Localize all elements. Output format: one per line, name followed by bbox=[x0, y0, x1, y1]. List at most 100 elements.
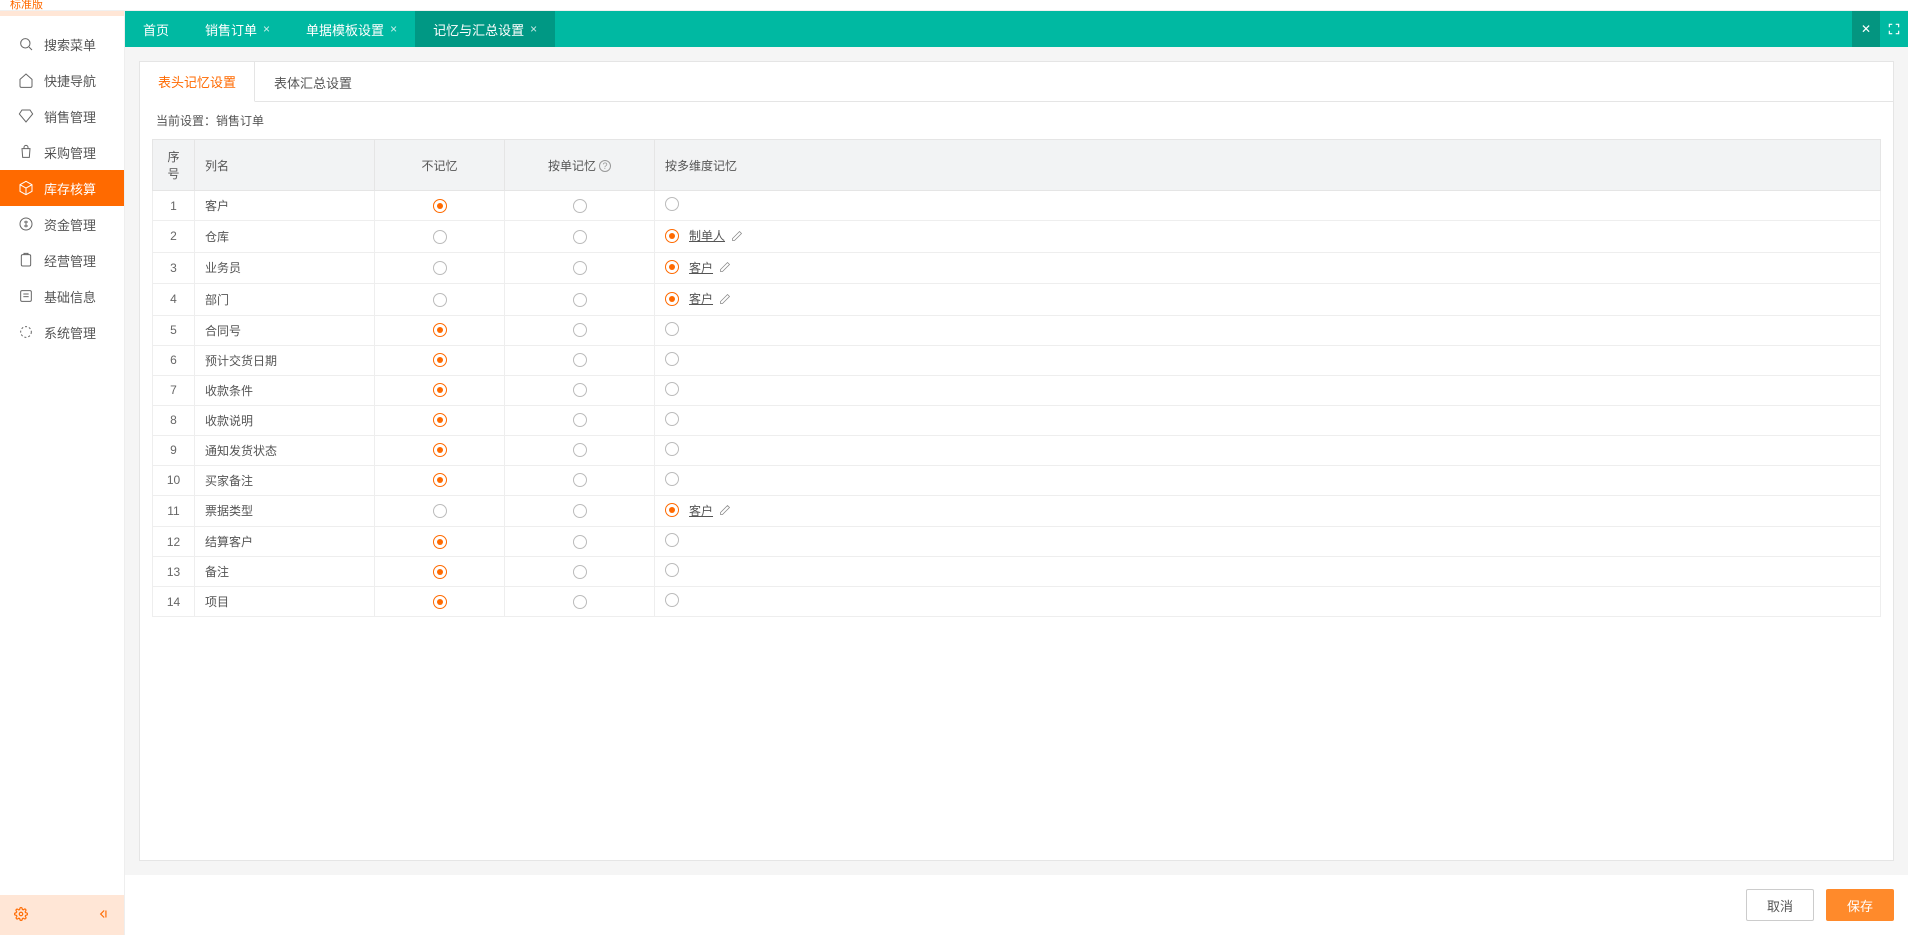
table-row: 10买家备注 bbox=[153, 465, 1881, 495]
radio-by-bill[interactable] bbox=[573, 323, 587, 337]
sidebar-item-fund[interactable]: 资金管理 bbox=[0, 206, 124, 242]
col-name: 票据类型 bbox=[195, 495, 375, 527]
col-name: 收款条件 bbox=[195, 375, 375, 405]
radio-by-dim[interactable] bbox=[665, 229, 679, 243]
radio-no-mem[interactable] bbox=[433, 293, 447, 307]
radio-by-dim[interactable] bbox=[665, 322, 679, 336]
close-icon[interactable]: × bbox=[390, 22, 397, 36]
radio-by-bill[interactable] bbox=[573, 535, 587, 549]
settings-icon[interactable] bbox=[14, 907, 28, 924]
th-col: 列名 bbox=[195, 140, 375, 191]
radio-by-dim[interactable] bbox=[665, 412, 679, 426]
edit-icon[interactable] bbox=[719, 293, 731, 305]
sidebar-item-search[interactable]: 搜索菜单 bbox=[0, 26, 124, 62]
search-icon bbox=[18, 36, 34, 52]
radio-by-bill[interactable] bbox=[573, 504, 587, 518]
radio-by-dim[interactable] bbox=[665, 382, 679, 396]
radio-by-dim[interactable] bbox=[665, 533, 679, 547]
edit-icon[interactable] bbox=[719, 261, 731, 273]
radio-by-bill[interactable] bbox=[573, 353, 587, 367]
radio-by-bill[interactable] bbox=[573, 261, 587, 275]
clip-icon bbox=[18, 252, 34, 268]
sidebar-item-sales[interactable]: 销售管理 bbox=[0, 98, 124, 134]
radio-by-bill[interactable] bbox=[573, 595, 587, 609]
radio-by-dim[interactable] bbox=[665, 472, 679, 486]
radio-no-mem[interactable] bbox=[433, 383, 447, 397]
edition-label: 标准版 bbox=[10, 0, 43, 12]
radio-no-mem[interactable] bbox=[433, 443, 447, 457]
radio-no-mem[interactable] bbox=[433, 565, 447, 579]
tab-bar: 首页销售订单×单据模板设置×记忆与汇总设置× ✕ bbox=[125, 11, 1908, 47]
inner-tab[interactable]: 表体汇总设置 bbox=[255, 62, 371, 102]
radio-no-mem[interactable] bbox=[433, 413, 447, 427]
radio-no-mem[interactable] bbox=[433, 230, 447, 244]
radio-by-bill[interactable] bbox=[573, 293, 587, 307]
radio-by-dim[interactable] bbox=[665, 563, 679, 577]
dim-link[interactable]: 制单人 bbox=[689, 227, 725, 244]
radio-by-dim[interactable] bbox=[665, 260, 679, 274]
cancel-button[interactable]: 取消 bbox=[1746, 889, 1814, 921]
collapse-icon[interactable] bbox=[96, 907, 110, 924]
radio-by-bill[interactable] bbox=[573, 230, 587, 244]
tab-单据模板设置[interactable]: 单据模板设置× bbox=[288, 11, 415, 47]
bag-icon bbox=[18, 144, 34, 160]
close-icon[interactable]: × bbox=[263, 22, 270, 36]
box-icon bbox=[18, 180, 34, 196]
table-row: 7收款条件 bbox=[153, 375, 1881, 405]
th-bydim: 按多维度记忆 bbox=[655, 140, 1881, 191]
sidebar-item-stock[interactable]: 库存核算 bbox=[0, 170, 124, 206]
radio-no-mem[interactable] bbox=[433, 353, 447, 367]
sidebar-item-quick[interactable]: 快捷导航 bbox=[0, 62, 124, 98]
inner-tab[interactable]: 表头记忆设置 bbox=[139, 61, 255, 102]
radio-by-bill[interactable] bbox=[573, 199, 587, 213]
diamond-icon bbox=[18, 108, 34, 124]
sidebar-item-sys[interactable]: 系统管理 bbox=[0, 314, 124, 350]
close-all-tabs-icon[interactable]: ✕ bbox=[1852, 11, 1880, 47]
radio-by-bill[interactable] bbox=[573, 383, 587, 397]
radio-no-mem[interactable] bbox=[433, 473, 447, 487]
sidebar-item-base[interactable]: 基础信息 bbox=[0, 278, 124, 314]
radio-by-bill[interactable] bbox=[573, 565, 587, 579]
tab-记忆与汇总设置[interactable]: 记忆与汇总设置× bbox=[415, 11, 555, 47]
radio-by-bill[interactable] bbox=[573, 443, 587, 457]
sidebar-item-biz[interactable]: 经营管理 bbox=[0, 242, 124, 278]
radio-no-mem[interactable] bbox=[433, 261, 447, 275]
radio-by-dim[interactable] bbox=[665, 442, 679, 456]
th-nomem: 不记忆 bbox=[375, 140, 505, 191]
radio-no-mem[interactable] bbox=[433, 199, 447, 213]
help-icon[interactable]: ? bbox=[599, 160, 611, 172]
edit-icon[interactable] bbox=[719, 504, 731, 516]
tab-首页[interactable]: 首页 bbox=[125, 11, 187, 47]
radio-no-mem[interactable] bbox=[433, 323, 447, 337]
tab-销售订单[interactable]: 销售订单× bbox=[187, 11, 288, 47]
radio-by-dim[interactable] bbox=[665, 503, 679, 517]
radio-no-mem[interactable] bbox=[433, 595, 447, 609]
fullscreen-icon[interactable] bbox=[1880, 11, 1908, 47]
col-name: 客户 bbox=[195, 191, 375, 221]
table-row: 5合同号 bbox=[153, 315, 1881, 345]
close-icon[interactable]: × bbox=[530, 22, 537, 36]
th-seq: 序号 bbox=[153, 140, 195, 191]
sidebar-item-purchase[interactable]: 采购管理 bbox=[0, 134, 124, 170]
radio-by-bill[interactable] bbox=[573, 413, 587, 427]
radio-by-dim[interactable] bbox=[665, 593, 679, 607]
dim-link[interactable]: 客户 bbox=[689, 259, 713, 276]
current-setting: 当前设置：销售订单 bbox=[140, 102, 1893, 139]
dim-link[interactable]: 客户 bbox=[689, 502, 713, 519]
radio-by-bill[interactable] bbox=[573, 473, 587, 487]
edit-icon[interactable] bbox=[731, 230, 743, 242]
col-name: 部门 bbox=[195, 284, 375, 316]
table-row: 4部门客户 bbox=[153, 284, 1881, 316]
radio-by-dim[interactable] bbox=[665, 292, 679, 306]
table-row: 12结算客户 bbox=[153, 527, 1881, 557]
radio-no-mem[interactable] bbox=[433, 504, 447, 518]
form-icon bbox=[18, 288, 34, 304]
save-button[interactable]: 保存 bbox=[1826, 889, 1894, 921]
sidebar-footer bbox=[0, 895, 124, 935]
table-row: 11票据类型客户 bbox=[153, 495, 1881, 527]
radio-by-dim[interactable] bbox=[665, 352, 679, 366]
radio-by-dim[interactable] bbox=[665, 197, 679, 211]
radio-no-mem[interactable] bbox=[433, 535, 447, 549]
dim-link[interactable]: 客户 bbox=[689, 290, 713, 307]
col-name: 备注 bbox=[195, 557, 375, 587]
